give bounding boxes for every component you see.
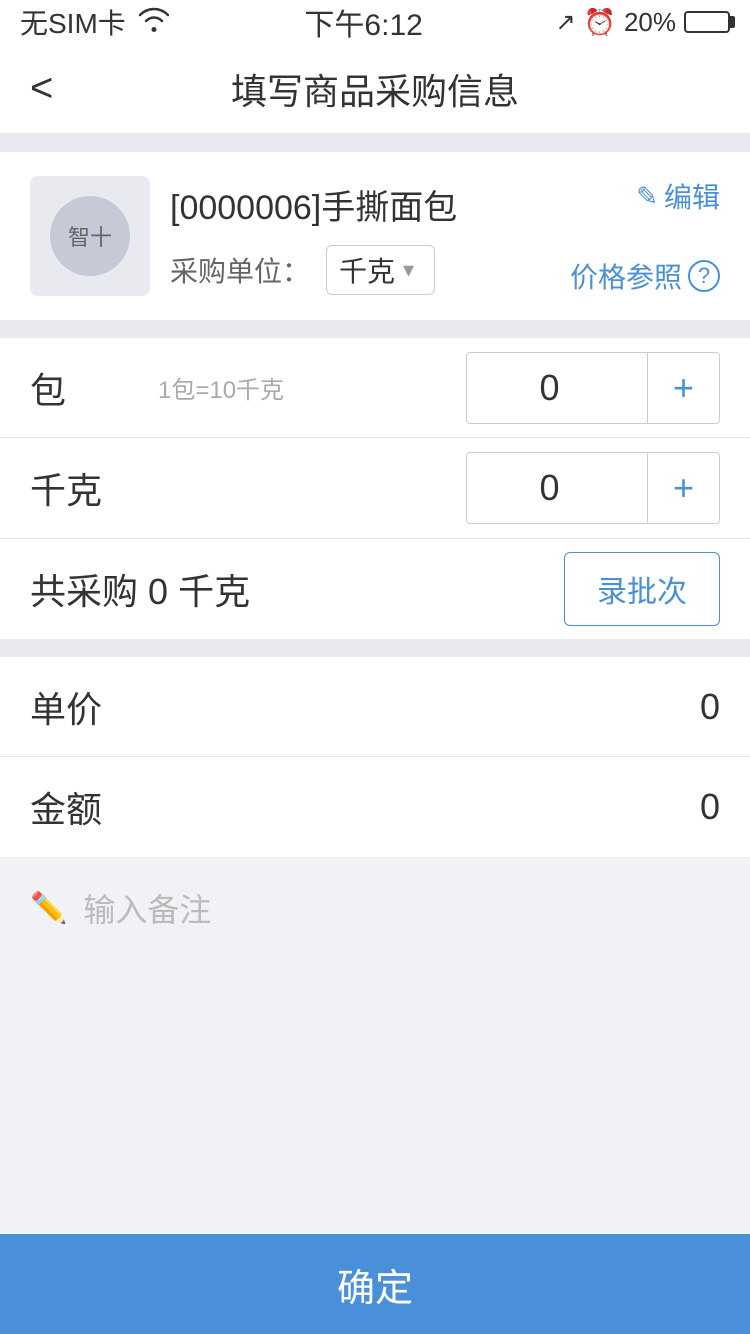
kg-quantity-input-wrapper: + bbox=[466, 452, 720, 524]
status-right: ↗ ⏰ 20% bbox=[555, 7, 730, 38]
unit-price-row: 单价 0 bbox=[0, 657, 750, 757]
battery-icon bbox=[684, 11, 730, 33]
status-bar: 无SIM卡 下午6:12 ↗ ⏰ 20% bbox=[0, 0, 750, 44]
status-time: 下午6:12 bbox=[304, 0, 422, 44]
carrier-label: 无SIM卡 bbox=[20, 2, 126, 42]
remark-section[interactable]: ✏️ 输入备注 bbox=[0, 857, 750, 959]
mid-divider-3 bbox=[0, 639, 750, 657]
confirm-bar[interactable]: 确定 bbox=[0, 1234, 750, 1334]
alarm-icon: ⏰ bbox=[584, 7, 616, 38]
kg-quantity-row: 千克 + bbox=[0, 438, 750, 538]
mid-divider-1 bbox=[0, 320, 750, 338]
status-left: 无SIM卡 bbox=[20, 2, 172, 42]
bag-quantity-input[interactable] bbox=[467, 353, 647, 423]
confirm-label: 确定 bbox=[337, 1257, 413, 1312]
bag-label: 包 bbox=[30, 362, 150, 414]
price-ref-button[interactable]: 价格参照 ? bbox=[570, 256, 720, 296]
product-logo: 智十 bbox=[50, 196, 130, 276]
amount-label: 金额 bbox=[30, 781, 102, 833]
product-card: 智十 [0000006]手撕面包 采购单位： 千克 ▾ ✎ 编辑 价格参照 ? bbox=[0, 152, 750, 320]
batch-button[interactable]: 录批次 bbox=[564, 552, 720, 626]
amount-value: 0 bbox=[700, 786, 720, 828]
content-area bbox=[0, 959, 750, 1269]
pricing-section: 单价 0 金额 0 bbox=[0, 657, 750, 857]
pencil-icon: ✏️ bbox=[30, 891, 67, 926]
total-amount: 0 bbox=[148, 571, 168, 612]
product-thumbnail: 智十 bbox=[30, 176, 150, 296]
kg-label: 千克 bbox=[30, 462, 150, 514]
amount-row: 金额 0 bbox=[0, 757, 750, 857]
chevron-down-icon: ▾ bbox=[403, 257, 414, 283]
nav-bar: < 填写商品采购信息 bbox=[0, 44, 750, 134]
bag-plus-button[interactable]: + bbox=[647, 353, 719, 423]
total-unit: 千克 bbox=[178, 571, 250, 612]
edit-label: 编辑 bbox=[664, 176, 720, 216]
total-label: 共采购 0 千克 bbox=[30, 563, 250, 615]
kg-plus-button[interactable]: + bbox=[647, 453, 719, 523]
edit-button[interactable]: ✎ 编辑 bbox=[636, 176, 720, 216]
back-button[interactable]: < bbox=[20, 56, 63, 121]
help-icon: ? bbox=[688, 260, 720, 292]
wifi-icon bbox=[136, 5, 172, 40]
quantity-form: 包 1包=10千克 + 千克 + bbox=[0, 338, 750, 538]
bag-sub-label: 1包=10千克 bbox=[158, 370, 284, 405]
edit-icon: ✎ bbox=[636, 181, 658, 212]
unit-value: 千克 bbox=[339, 250, 395, 290]
bag-quantity-input-wrapper: + bbox=[466, 352, 720, 424]
top-divider bbox=[0, 134, 750, 152]
unit-label: 采购单位： bbox=[170, 250, 310, 290]
unit-price-value: 0 bbox=[700, 686, 720, 728]
unit-price-label: 单价 bbox=[30, 681, 102, 733]
total-row: 共采购 0 千克 录批次 bbox=[0, 539, 750, 639]
bag-quantity-row: 包 1包=10千克 + bbox=[0, 338, 750, 438]
unit-select[interactable]: 千克 ▾ bbox=[326, 245, 435, 295]
price-ref-label: 价格参照 bbox=[570, 256, 682, 296]
page-title: 填写商品采购信息 bbox=[231, 63, 519, 115]
location-icon: ↗ bbox=[555, 8, 575, 37]
logo-text: 智十 bbox=[68, 220, 112, 252]
battery-percent: 20% bbox=[624, 7, 676, 38]
remark-placeholder: 输入备注 bbox=[83, 885, 211, 931]
kg-quantity-input[interactable] bbox=[467, 453, 647, 523]
